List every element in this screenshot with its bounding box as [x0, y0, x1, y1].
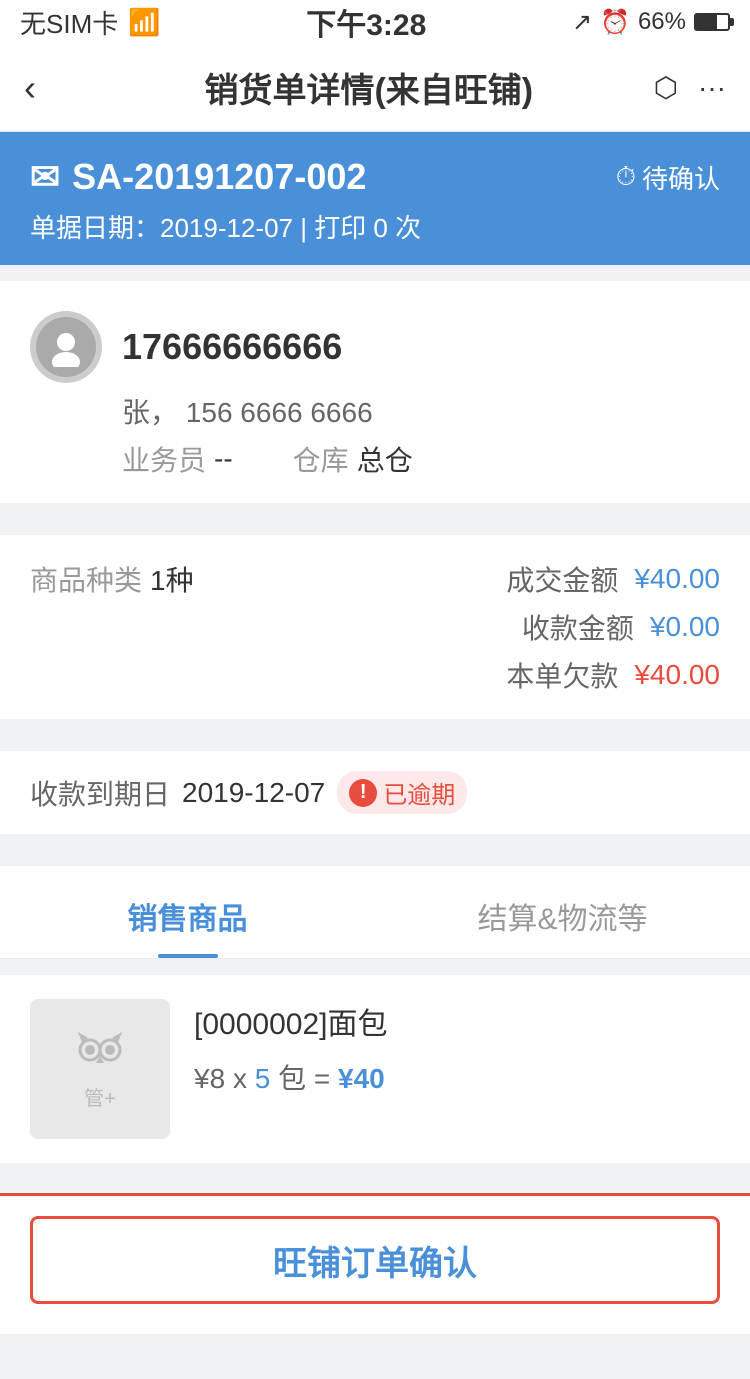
- overdue-date: 2019-12-07: [182, 777, 325, 809]
- status-left: 无SIM卡 📶: [20, 4, 161, 41]
- deal-amount-value: ¥40.00: [634, 563, 720, 595]
- overdue-label: 收款到期日: [30, 773, 170, 813]
- clock-icon: ⏱: [616, 161, 636, 193]
- tab-settlement-label: 结算&物流等: [477, 903, 647, 936]
- product-total: ¥40: [338, 1063, 385, 1094]
- received-amount-row: 收款金额 ¥0.00: [522, 607, 720, 647]
- tabs-container: 销售商品 结算&物流等: [0, 866, 750, 959]
- avatar: [30, 311, 102, 383]
- order-status-text: 待确认: [642, 159, 720, 196]
- deal-amount-label: 成交金额: [506, 559, 618, 599]
- divider-4: [0, 850, 750, 866]
- kind-label: 商品种类: [30, 559, 142, 599]
- divider-3: [0, 735, 750, 751]
- summary-right: 成交金额 ¥40.00 收款金额 ¥0.00 本单欠款 ¥40.00: [506, 559, 720, 695]
- page-title: 销货单详情(来自旺铺): [204, 63, 533, 112]
- received-label: 收款金额: [522, 607, 634, 647]
- bottom-btn-container: 旺铺订单确认: [0, 1193, 750, 1334]
- customer-row: 17666666666: [30, 311, 720, 383]
- alarm-icon: ⏰: [600, 8, 630, 37]
- product-name: [0000002]面包: [194, 999, 720, 1043]
- order-banner-top: ✉ SA-20191207-002 ⏱ 待确认: [30, 156, 720, 198]
- order-id: ✉ SA-20191207-002: [30, 156, 366, 198]
- time-display: 下午3:28: [306, 0, 426, 44]
- order-banner: ✉ SA-20191207-002 ⏱ 待确认 单据日期：2019-12-07 …: [0, 132, 750, 265]
- salesman-label: 业务员: [122, 439, 206, 479]
- price-multiply: x: [233, 1063, 255, 1094]
- tab-products-label: 销售商品: [128, 903, 248, 936]
- status-right: ↗ ⏰ 66%: [572, 8, 730, 37]
- product-price: ¥8: [194, 1063, 225, 1094]
- status-bar: 无SIM卡 📶 下午3:28 ↗ ⏰ 66%: [0, 0, 750, 44]
- order-date: 单据日期：2019-12-07 | 打印 0 次: [30, 208, 720, 245]
- location-icon: ↗: [572, 8, 592, 37]
- owl-logo-icon: [65, 1028, 135, 1078]
- person-icon: [46, 327, 86, 367]
- owed-value: ¥40.00: [634, 659, 720, 691]
- tabs-row: 销售商品 结算&物流等: [0, 866, 750, 959]
- battery-percent: 66%: [638, 8, 686, 36]
- divider-2: [0, 519, 750, 535]
- warehouse-value: 总仓: [357, 439, 413, 479]
- customer-name-text: 张: [122, 397, 150, 428]
- share-button[interactable]: ⬡: [654, 71, 678, 104]
- salesman-meta: 业务员 --: [122, 439, 233, 479]
- salesman-value: --: [214, 443, 233, 475]
- tab-products[interactable]: 销售商品: [0, 866, 375, 958]
- avatar-inner: [36, 317, 96, 377]
- product-item: 管+ [0000002]面包 ¥8 x 5 包 = ¥40: [30, 999, 720, 1139]
- warehouse-label: 仓库: [293, 439, 349, 479]
- tab-settlement[interactable]: 结算&物流等: [375, 866, 750, 958]
- price-equals: =: [314, 1063, 338, 1094]
- product-price-row: ¥8 x 5 包 = ¥40: [194, 1057, 720, 1097]
- confirm-order-button[interactable]: 旺铺订单确认: [30, 1216, 720, 1304]
- customer-section: 17666666666 张， 156 6666 6666 业务员 -- 仓库 总…: [0, 281, 750, 503]
- wifi-icon: 📶: [128, 7, 160, 38]
- received-value: ¥0.00: [650, 611, 720, 643]
- envelope-icon: ✉: [30, 156, 60, 198]
- overdue-badge: ! 已逾期: [337, 771, 467, 814]
- owed-label: 本单欠款: [506, 655, 618, 695]
- order-status: ⏱ 待确认: [616, 159, 720, 196]
- product-section: 管+ [0000002]面包 ¥8 x 5 包 = ¥40: [0, 975, 750, 1163]
- order-id-text: SA-20191207-002: [72, 156, 366, 198]
- product-unit: 包: [278, 1063, 306, 1094]
- product-logo: 管+: [65, 1028, 135, 1111]
- overdue-badge-text: 已逾期: [383, 775, 455, 810]
- back-button[interactable]: ‹: [24, 67, 84, 109]
- summary-row: 商品种类 1种 成交金额 ¥40.00 收款金额 ¥0.00 本单欠款 ¥40.…: [30, 559, 720, 695]
- summary-section: 商品种类 1种 成交金额 ¥40.00 收款金额 ¥0.00 本单欠款 ¥40.…: [0, 535, 750, 719]
- summary-left: 商品种类 1种: [30, 559, 194, 599]
- customer-card: 17666666666 张， 156 6666 6666 业务员 -- 仓库 总…: [0, 281, 750, 503]
- owed-amount-row: 本单欠款 ¥40.00: [506, 655, 720, 695]
- kind-value: 1种: [150, 559, 194, 599]
- warehouse-meta: 仓库 总仓: [293, 439, 413, 479]
- product-qty: 5: [255, 1063, 271, 1094]
- overdue-section: 收款到期日 2019-12-07 ! 已逾期: [0, 751, 750, 834]
- product-info: [0000002]面包 ¥8 x 5 包 = ¥40: [194, 999, 720, 1097]
- customer-meta: 业务员 -- 仓库 总仓: [122, 439, 720, 479]
- logo-text: 管+: [84, 1082, 116, 1111]
- battery-icon: [694, 13, 730, 31]
- more-button[interactable]: ···: [698, 72, 726, 104]
- product-thumbnail: 管+: [30, 999, 170, 1139]
- nav-bar: ‹ 销货单详情(来自旺铺) ⬡ ···: [0, 44, 750, 132]
- customer-tel: 156 6666 6666: [186, 397, 373, 428]
- carrier-text: 无SIM卡: [20, 4, 118, 41]
- customer-phone: 17666666666: [122, 326, 342, 368]
- divider-1: [0, 265, 750, 281]
- nav-actions: ⬡ ···: [654, 71, 726, 104]
- deal-amount-row: 成交金额 ¥40.00: [506, 559, 720, 599]
- customer-name-tel: 张， 156 6666 6666: [122, 391, 720, 431]
- warning-icon: !: [349, 779, 377, 807]
